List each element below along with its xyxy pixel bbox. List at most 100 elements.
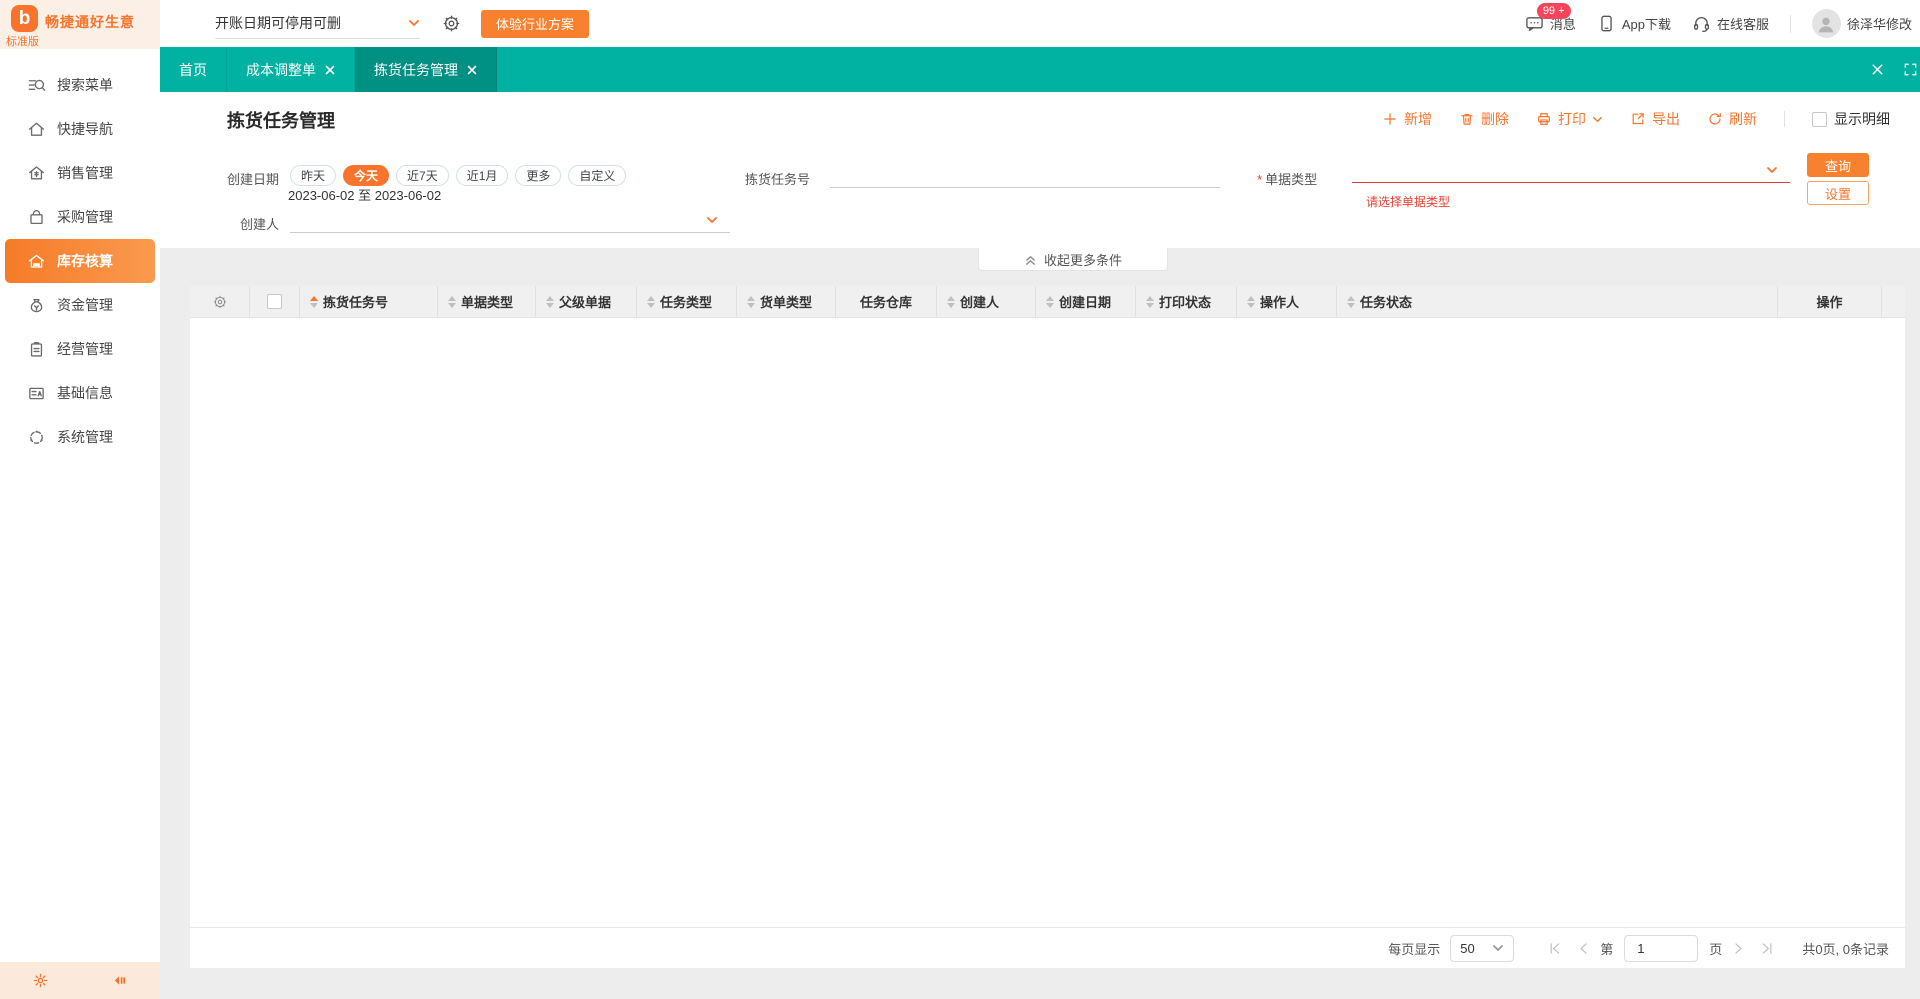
topbar-right: 99 + 消息 App下载 在线客服 徐泽华修改 — [1525, 3, 1920, 38]
header-operator[interactable]: 操作人 — [1237, 286, 1337, 317]
collapse-sidebar-icon[interactable] — [111, 972, 128, 989]
prev-page-icon[interactable] — [1576, 941, 1591, 956]
refresh-button[interactable]: 刷新 — [1707, 109, 1757, 129]
range-today[interactable]: 今天 — [343, 165, 390, 186]
per-page-select[interactable]: 50 — [1450, 934, 1515, 962]
close-icon[interactable] — [325, 65, 335, 75]
range-yesterday[interactable]: 昨天 — [290, 165, 337, 186]
export-button[interactable]: 导出 — [1630, 109, 1680, 129]
toolbar: 新增 删除 打印 导出 刷新 显示明细 — [1382, 109, 1890, 129]
sort-icon[interactable] — [546, 295, 554, 308]
export-label: 导出 — [1652, 111, 1680, 127]
first-page-icon[interactable] — [1547, 941, 1562, 956]
chevron-down-icon — [707, 217, 717, 223]
sort-icon[interactable] — [310, 295, 318, 308]
add-button[interactable]: 新增 — [1382, 109, 1432, 129]
task-no-input[interactable] — [830, 162, 1220, 183]
header-doc-type[interactable]: 单据类型 — [438, 286, 536, 317]
table-body-empty — [190, 318, 1905, 927]
export-icon — [1632, 113, 1644, 125]
next-page-icon[interactable] — [1731, 941, 1746, 956]
header-task-type[interactable]: 任务类型 — [637, 286, 737, 317]
range-custom[interactable]: 自定义 — [568, 165, 627, 186]
header-parent-doc[interactable]: 父级单据 — [536, 286, 637, 317]
header-creator[interactable]: 创建人 — [937, 286, 1036, 317]
sidebar-item-system[interactable]: 系统管理 — [0, 415, 160, 459]
sort-icon[interactable] — [947, 295, 955, 308]
trial-plan-button[interactable]: 体验行业方案 — [481, 9, 590, 38]
sort-icon[interactable] — [448, 295, 456, 308]
gear-icon[interactable] — [442, 14, 461, 33]
column-config-cell — [190, 286, 250, 317]
messages-button[interactable]: 99 + 消息 — [1525, 3, 1576, 33]
date-range-value[interactable]: 2023-06-02 至 2023-06-02 — [288, 185, 441, 204]
header-task-no[interactable]: 拣货任务号 — [300, 286, 438, 317]
tab-home[interactable]: 首页 — [160, 47, 227, 92]
brand-edition: 标准版 — [6, 36, 39, 48]
delete-label: 删除 — [1481, 111, 1509, 127]
sidebar-item-quick-nav[interactable]: 快捷导航 — [0, 107, 160, 151]
tab-picking-task[interactable]: 拣货任务管理 — [355, 47, 497, 92]
fullscreen-icon[interactable] — [1903, 62, 1918, 77]
topbar: 开账日期可停用可删 体验行业方案 99 + 消息 App下载 在线客服 徐泽华修… — [160, 0, 1920, 47]
header-print-status[interactable]: 打印状态 — [1136, 286, 1237, 317]
select-all-cell — [250, 286, 300, 317]
creator-select[interactable] — [290, 207, 730, 233]
user-menu[interactable]: 徐泽华修改 — [1811, 9, 1912, 38]
select-all-checkbox[interactable] — [267, 294, 282, 309]
plus-icon — [1384, 113, 1396, 125]
app-download-button[interactable]: App下载 — [1597, 14, 1671, 33]
search-button[interactable]: 查询 — [1807, 153, 1869, 177]
range-1month[interactable]: 近1月 — [455, 165, 509, 186]
tab-cost-adjust[interactable]: 成本调整单 — [227, 47, 355, 92]
column-config-gear-icon[interactable] — [212, 294, 228, 310]
sort-icon[interactable] — [647, 295, 655, 308]
header-create-date[interactable]: 创建日期 — [1036, 286, 1136, 317]
sidebar-item-operations[interactable]: 经营管理 — [0, 327, 160, 371]
table-header: 拣货任务号 单据类型 父级单据 任务类型 货单类型 任务仓库 创建人 创建日期 … — [190, 286, 1905, 318]
header-warehouse[interactable]: 任务仓库 — [836, 286, 937, 317]
print-label: 打印 — [1558, 111, 1586, 127]
header-actions: 操作 — [1778, 286, 1882, 317]
sort-icon[interactable] — [747, 295, 755, 308]
show-detail-toggle[interactable]: 显示明细 — [1812, 109, 1890, 129]
print-button[interactable]: 打印 — [1536, 109, 1603, 129]
sidebar-item-search-menu[interactable]: 搜索菜单 — [0, 63, 160, 107]
page-number-input[interactable]: 1 — [1624, 934, 1699, 962]
doc-type-select[interactable] — [1352, 157, 1790, 183]
date-quick-ranges: 昨天 今天 近7天 近1月 更多 自定义 — [290, 165, 627, 186]
header-scroll-stub — [1882, 286, 1905, 317]
sort-icon[interactable] — [1247, 295, 1255, 308]
close-icon[interactable] — [467, 65, 477, 75]
close-all-tabs-icon[interactable] — [1870, 62, 1885, 77]
account-set-select[interactable]: 开账日期可停用可删 — [215, 9, 420, 39]
range-more[interactable]: 更多 — [515, 165, 562, 186]
sidebar-item-purchase[interactable]: 采购管理 — [0, 195, 160, 239]
sidebar-item-base-info[interactable]: 基础信息 — [0, 371, 160, 415]
sort-icon[interactable] — [1347, 295, 1355, 308]
sidebar-item-label: 资金管理 — [57, 297, 113, 313]
tab-label: 拣货任务管理 — [374, 61, 458, 78]
sort-icon[interactable] — [1146, 295, 1154, 308]
settings-button[interactable]: 设置 — [1807, 181, 1869, 205]
sidebar: b 畅捷通好生意 标准版 搜索菜单 快捷导航 销售管理 采购管理 库存核算 资金… — [0, 0, 160, 999]
header-cargo-type[interactable]: 货单类型 — [737, 286, 836, 317]
content: 拣货任务管理 新增 删除 打印 导出 刷新 显示明细 创建日期 昨天 今天 近7… — [160, 92, 1920, 999]
page-number-value: 1 — [1637, 940, 1645, 956]
pagination: 每页显示 50 第 1 页 共0页, 0条记录 — [190, 927, 1905, 968]
header-task-status[interactable]: 任务状态 — [1337, 286, 1778, 317]
sidebar-item-sales[interactable]: 销售管理 — [0, 151, 160, 195]
add-label: 新增 — [1404, 111, 1432, 127]
sort-icon[interactable] — [1046, 295, 1054, 308]
sidebar-item-funds[interactable]: 资金管理 — [0, 283, 160, 327]
sidebar-item-inventory[interactable]: 库存核算 — [5, 239, 155, 283]
collapse-conditions-button[interactable]: 收起更多条件 — [978, 248, 1168, 271]
settings-gear-icon[interactable] — [32, 972, 49, 989]
last-page-icon[interactable] — [1760, 941, 1775, 956]
delete-button[interactable]: 删除 — [1459, 109, 1509, 129]
collapse-conditions-label: 收起更多条件 — [1043, 252, 1122, 268]
refresh-icon — [1709, 112, 1721, 125]
show-detail-checkbox[interactable] — [1812, 111, 1827, 127]
range-7days[interactable]: 近7天 — [396, 165, 449, 186]
online-support-button[interactable]: 在线客服 — [1692, 14, 1769, 33]
